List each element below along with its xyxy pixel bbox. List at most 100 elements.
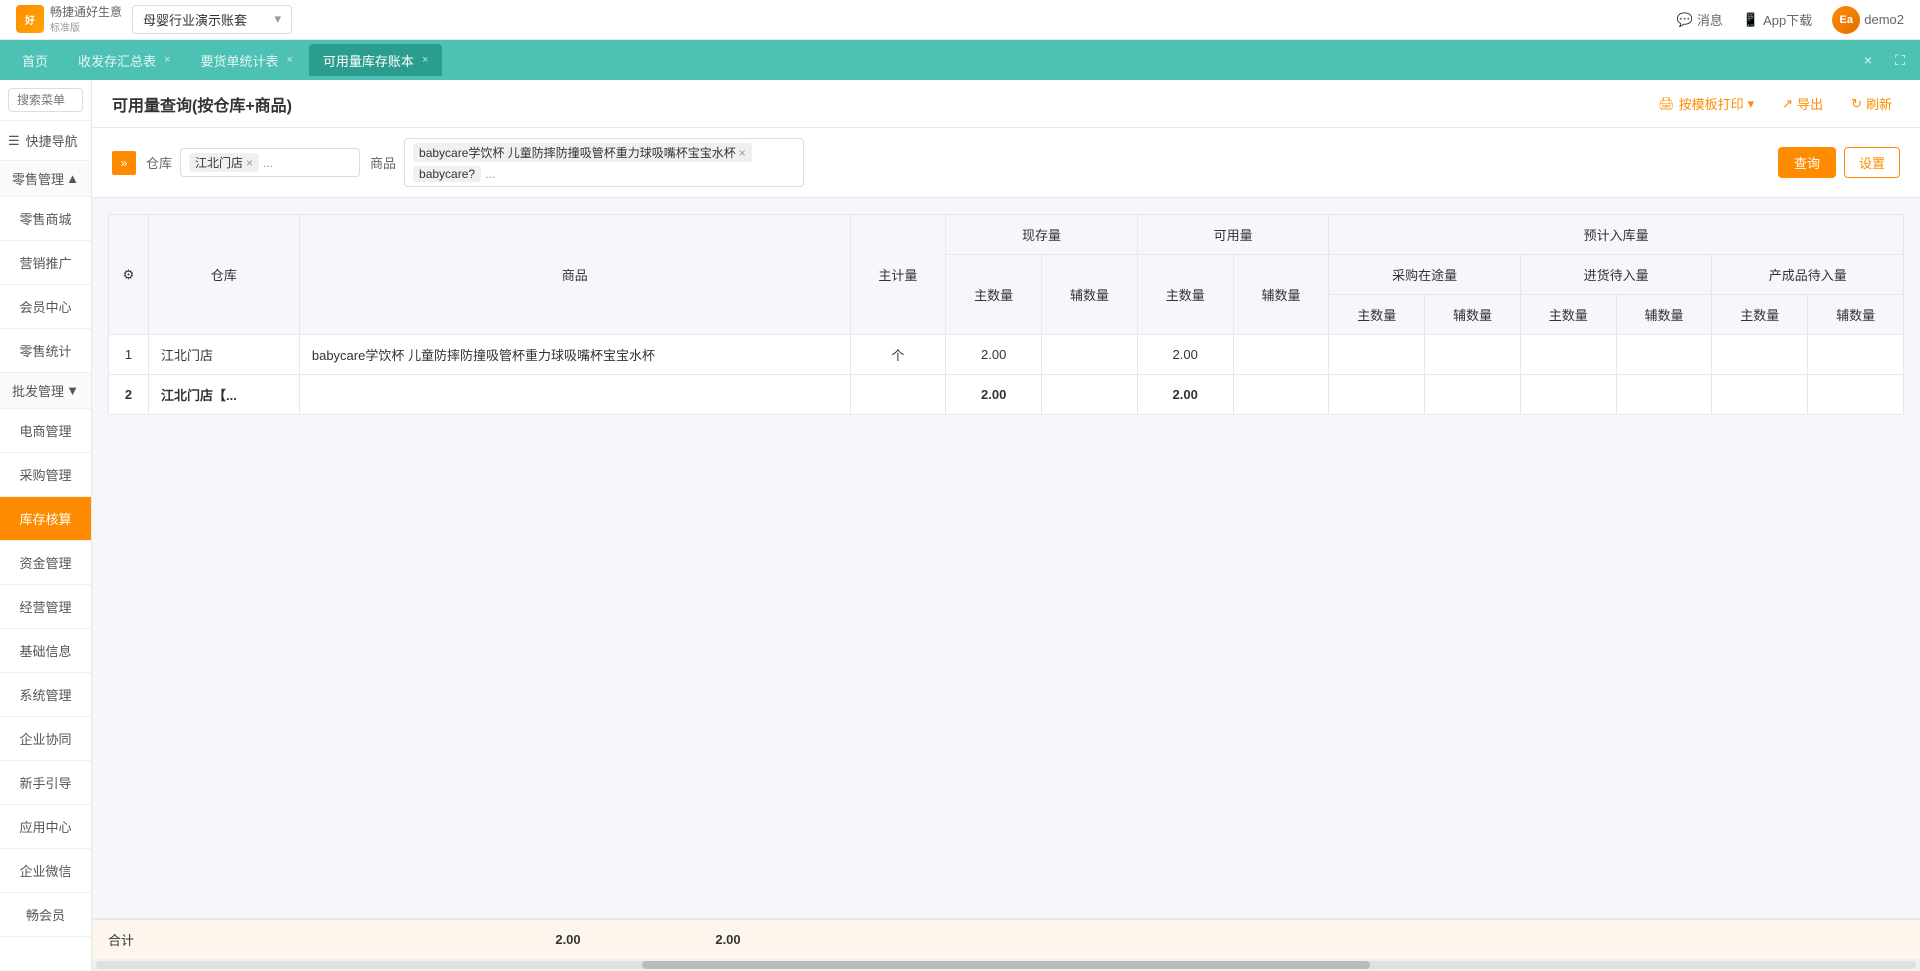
sidebar-item-basic[interactable]: 基础信息 [0,629,91,673]
th-gear[interactable]: ⚙ [109,215,149,335]
sidebar-item-system[interactable]: 系统管理 [0,673,91,717]
logo-sub: 标准版 [50,19,122,34]
tab-close-all-icon[interactable]: × [1856,48,1880,72]
sidebar-item-retail-stats-label: 零售统计 [19,341,71,360]
tab-inventory-close[interactable]: × [422,54,428,66]
logo-area: 好 畅捷通好生意 标准版 [16,5,122,34]
summary-label: 合计 [108,930,268,949]
export-button[interactable]: ↗ 导出 [1774,90,1831,117]
th-warehouse: 仓库 [149,215,300,335]
scroll-thumb[interactable] [642,961,1370,969]
scroll-track [96,961,1916,969]
row1-stock-aux [1042,335,1138,375]
sidebar-item-ecommerce[interactable]: 电商管理 [0,409,91,453]
sidebar-item-retail-mall[interactable]: 零售商城 [0,197,91,241]
row2-stock-main: 2.00 [946,375,1042,415]
sidebar-item-marketing[interactable]: 营销推广 [0,241,91,285]
msg-button[interactable]: 💬 消息 [1677,10,1723,29]
msg-label: 消息 [1697,10,1723,29]
sidebar-item-marketing-label: 营销推广 [19,253,71,272]
user-area[interactable]: Ea demo2 [1832,6,1904,34]
table-container: ⚙ 仓库 商品 主计量 现存量 可用量 预计入库量 主数量 辅数量 主数量 辅数… [92,198,1920,918]
th-pur-in-aux: 辅数量 [1425,295,1521,335]
warehouse-filter-input[interactable]: 江北门店 × ... [180,148,360,177]
tab-expand-icon[interactable]: ⛶ [1888,48,1912,72]
sidebar-item-newbie[interactable]: 新手引导 [0,761,91,805]
sidebar-item-app-center[interactable]: 应用中心 [0,805,91,849]
tab-inventory[interactable]: 可用量库存账本 × [309,44,442,76]
warehouse-more[interactable]: ... [263,156,273,170]
tab-home[interactable]: 首页 [8,44,62,76]
data-table: ⚙ 仓库 商品 主计量 现存量 可用量 预计入库量 主数量 辅数量 主数量 辅数… [108,214,1904,415]
print-template-button[interactable]: 🖨 按模板打印 ▾ [1650,90,1762,117]
sidebar-item-member-label: 会员中心 [19,297,71,316]
nav-label: 快捷导航 [26,131,78,150]
row2-unit [850,375,946,415]
row1-pur-in-main [1329,335,1425,375]
tab-receive-close[interactable]: × [164,54,170,66]
sidebar-item-purchase[interactable]: 采购管理 [0,453,91,497]
setting-button[interactable]: 设置 [1844,147,1900,178]
table-row: 1 江北门店 babycare学饮杯 儿童防摔防撞吸管杯重力球吸嘴杯宝宝水杯 个… [109,335,1904,375]
filter-area: » 仓库 江北门店 × ... 商品 babycare学饮杯 儿童防摔防撞吸管杯… [92,128,1920,198]
industry-selector[interactable]: 母婴行业演示账套 ▾ [132,5,292,34]
row2-prod-pend-main [1712,375,1808,415]
page-header: 可用量查询(按仓库+商品) 🖨 按模板打印 ▾ ↗ 导出 ↻ 刷新 [92,80,1920,128]
sidebar-item-newbie-label: 新手引导 [19,773,71,792]
refresh-button[interactable]: ↻ 刷新 [1843,90,1900,117]
product-filter-input[interactable]: babycare学饮杯 儿童防摔防撞吸管杯重力球吸嘴杯宝宝水杯 × babyca… [404,138,804,187]
sidebar-item-purchase-label: 采购管理 [19,465,71,484]
sidebar-item-inventory-check[interactable]: 库存核算 [0,497,91,541]
row2-warehouse: 江北门店【... [149,375,300,415]
warehouse-tag-close[interactable]: × [246,156,253,170]
sidebar-item-member[interactable]: 会员中心 [0,285,91,329]
sidebar-item-retail-stats[interactable]: 零售统计 [0,329,91,373]
tab-bar: 首页 收发存汇总表 × 要货单统计表 × 可用量库存账本 × × ⛶ [0,40,1920,80]
tab-receive[interactable]: 收发存汇总表 × [64,44,184,76]
sidebar-item-enterprise[interactable]: 企业协同 [0,717,91,761]
sidebar-item-wholesale[interactable]: 批发管理 ▼ [0,373,91,409]
logo-text: 畅捷通好生意 [50,5,122,19]
tab-receive-label: 收发存汇总表 [78,51,156,70]
sidebar-item-enterprise-wx-label: 企业微信 [19,861,71,880]
print-label: 按模板打印 [1679,94,1744,113]
product-tag-2-text: babycare? [419,167,475,181]
tab-order-close[interactable]: × [286,54,292,66]
sidebar-item-operation[interactable]: 经营管理 [0,585,91,629]
sidebar-item-member2[interactable]: 畅会员 [0,893,91,937]
warehouse-filter-group: 仓库 江北门店 × ... [146,148,360,177]
query-button[interactable]: 查询 [1778,147,1836,178]
product-tag-1-close[interactable]: × [739,146,746,160]
sidebar-item-enterprise-wx[interactable]: 企业微信 [0,849,91,893]
filter-expand-button[interactable]: » [112,151,136,175]
th-purchase-in: 采购在途量 [1329,255,1521,295]
th-prod-pend-main: 主数量 [1712,295,1808,335]
tab-bar-actions: × ⛶ [1856,48,1912,72]
logo-text-area: 畅捷通好生意 标准版 [50,5,122,34]
th-avail-aux: 辅数量 [1233,255,1329,335]
sidebar-item-wholesale-label: 批发管理 [12,381,64,400]
app-download-button[interactable]: 📱 App下载 [1743,10,1812,29]
row1-pur-in-aux [1425,335,1521,375]
th-main-unit: 主计量 [850,215,946,335]
refresh-icon: ↻ [1851,96,1862,112]
row2-no: 2 [109,375,149,415]
sidebar-item-retail-mgmt[interactable]: 零售管理 ▲ [0,161,91,197]
row2-prod-pend-aux [1808,375,1904,415]
sidebar-item-finance[interactable]: 资金管理 [0,541,91,585]
sidebar: ☰ 快捷导航 零售管理 ▲ 零售商城 营销推广 会员中心 零售统计 批发管理 ▼… [0,80,92,971]
row2-product [299,375,850,415]
footer-scrollbar[interactable] [92,959,1920,971]
sidebar-search-area [0,80,91,121]
tab-order[interactable]: 要货单统计表 × [186,44,306,76]
row1-no: 1 [109,335,149,375]
th-goods-pending: 进货待入量 [1520,255,1712,295]
sidebar-search-input[interactable] [8,88,83,112]
product-more[interactable]: ... [485,167,495,181]
row1-product: babycare学饮杯 儿童防摔防撞吸管杯重力球吸嘴杯宝宝水杯 [299,335,850,375]
warehouse-filter-label: 仓库 [146,153,172,172]
sidebar-quick-nav[interactable]: ☰ 快捷导航 [0,121,91,161]
phone-icon: 📱 [1743,12,1759,28]
row1-prod-pend-main [1712,335,1808,375]
th-planned-in: 预计入库量 [1329,215,1904,255]
